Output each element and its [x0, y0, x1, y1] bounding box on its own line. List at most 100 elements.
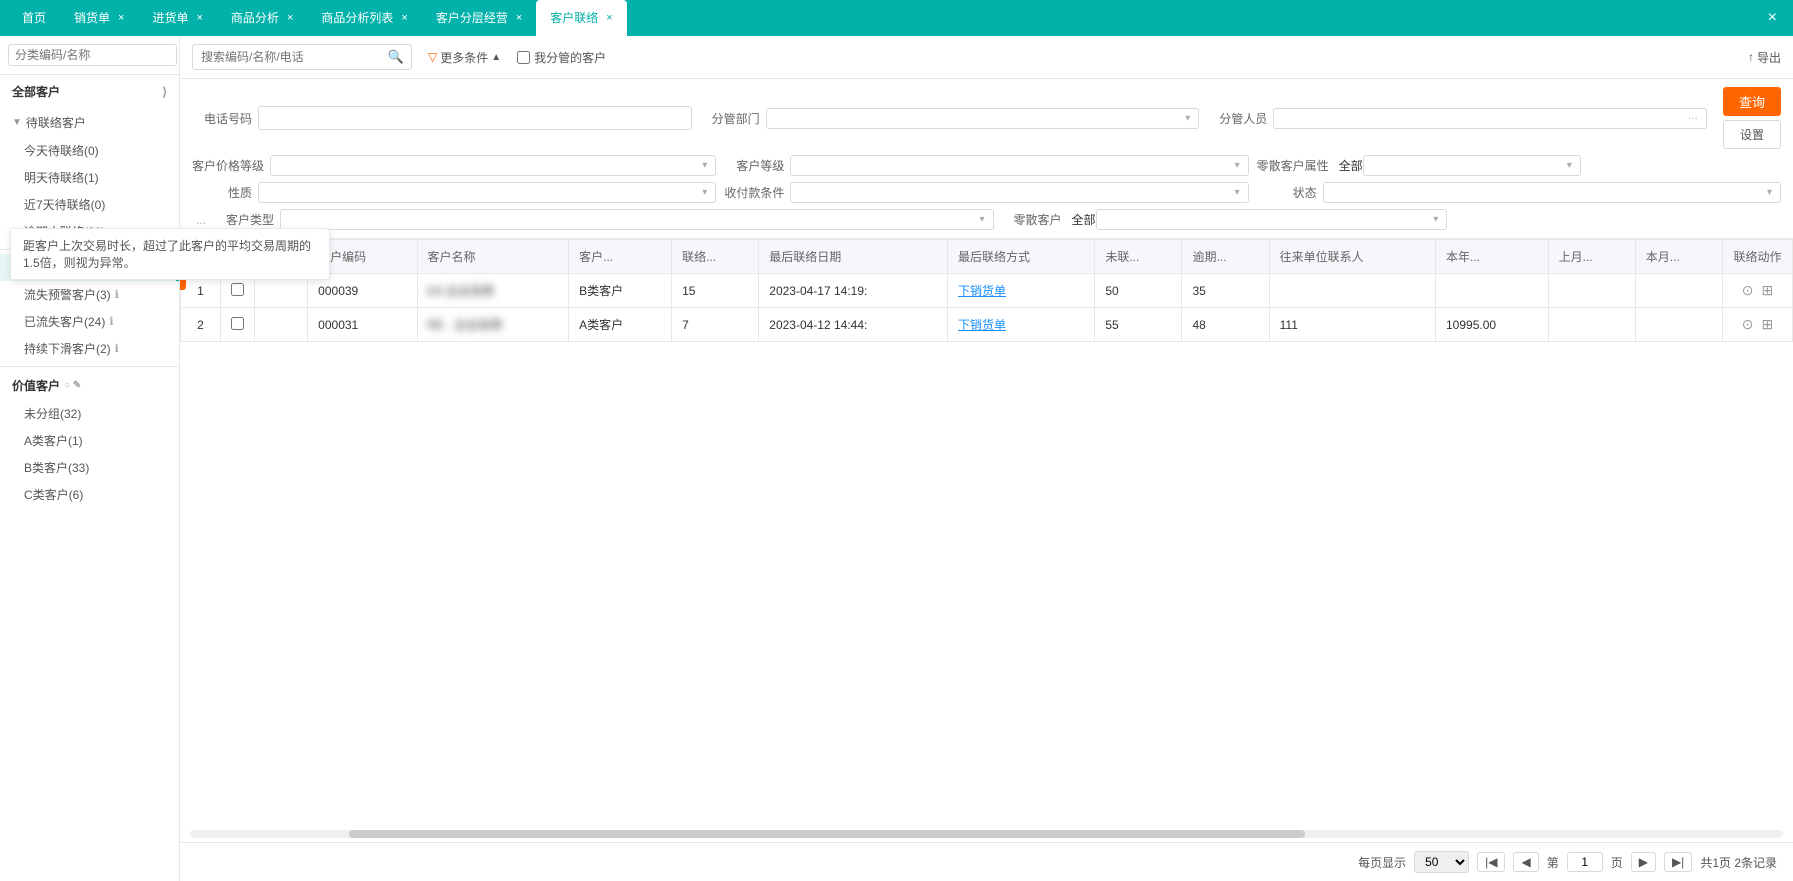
page-input[interactable] — [1567, 852, 1603, 872]
nav-close-sales-order[interactable]: × — [118, 0, 124, 36]
row1-unit-contact — [1269, 274, 1435, 308]
filter-gender-label: 性质 — [192, 184, 252, 201]
sidebar-search-input[interactable] — [8, 44, 177, 66]
query-button[interactable]: 查询 — [1723, 87, 1781, 116]
sidebar-group-pending[interactable]: ▼ 待联络客户 — [0, 108, 179, 137]
filter-pay-condition: 收付款条件 ▾ — [724, 182, 1248, 203]
sidebar-all-customers[interactable]: 全部客户 ⟩ — [0, 75, 179, 108]
last-page-button[interactable]: ▶| — [1664, 852, 1692, 872]
filter-status-label: 状态 — [1257, 184, 1317, 201]
sidebar-item-declining[interactable]: 持续下滑客户(2) ℹ — [0, 335, 179, 362]
row1-contact: 15 — [672, 274, 759, 308]
filter-price-level-select[interactable]: ▾ — [270, 155, 716, 176]
row2-name-blurred: RE . 企业名称 — [428, 318, 503, 332]
horizontal-scrollbar[interactable] — [180, 826, 1793, 842]
filter-retail-attr: 零散客户属性 全部 ▾ — [1257, 155, 1781, 176]
sidebar-item-class-c[interactable]: C类客户(6) — [0, 481, 179, 508]
row1-this-month — [1635, 274, 1722, 308]
col-header-action: 联络动作 — [1723, 240, 1793, 274]
filter-dept-select[interactable]: ▾ — [766, 108, 1200, 129]
sidebar-item-churned[interactable]: 已流失客户(24) ℹ — [0, 308, 179, 335]
sidebar-item-class-a[interactable]: A类客户(1) — [0, 427, 179, 454]
setting-button[interactable]: 设置 — [1723, 120, 1781, 149]
search-input[interactable] — [192, 44, 412, 70]
sidebar-group-value[interactable]: 价值客户 ○ ✎ — [0, 371, 179, 400]
nav-close-customer-tier[interactable]: × — [516, 0, 522, 36]
nav-close-product-analysis-list[interactable]: × — [401, 0, 407, 36]
row1-last-method-link[interactable]: 下销货单 — [958, 284, 1006, 298]
toolbar-search-icon[interactable]: 🔍 — [388, 49, 404, 65]
row2-checkbox[interactable] — [231, 317, 244, 330]
row1-link-icon[interactable]: ⊙ — [1742, 282, 1754, 299]
filter-pay-condition-label: 收付款条件 — [724, 184, 784, 201]
filter-icon: ▽ — [428, 50, 437, 64]
search-wrapper: 🔍 — [192, 44, 412, 70]
nav-sales-order[interactable]: 销货单 × — [60, 0, 138, 36]
export-button[interactable]: ↑ 导出 — [1748, 49, 1781, 66]
filter-status-select[interactable]: ▾ — [1323, 182, 1781, 203]
table-header-row: ⚙ 客户编码 客户名称 客户... 联络... — [181, 240, 1793, 274]
close-all-tabs[interactable]: × — [1760, 9, 1785, 27]
nav-purchase-order[interactable]: 进货单 × — [138, 0, 216, 36]
filter-level-select[interactable]: ▾ — [790, 155, 1248, 176]
nav-close-product-analysis[interactable]: × — [287, 0, 293, 36]
row2-link-icon[interactable]: ⊙ — [1742, 316, 1754, 333]
col-header-last-method: 最后联络方式 — [947, 240, 1094, 274]
filter-phone-label: 电话号码 — [192, 110, 252, 127]
col-header-level: 客户... — [569, 240, 672, 274]
filter-price-level-label: 客户价格等级 — [192, 157, 264, 174]
nav-close-customer-contact[interactable]: × — [606, 0, 612, 36]
retail-dropdown-icon: ▾ — [1433, 214, 1438, 225]
filter-gender-select[interactable]: ▾ — [258, 182, 716, 203]
row1-checkbox[interactable] — [231, 283, 244, 296]
filter-person: 分管人员 ··· — [1207, 108, 1707, 129]
sidebar-item-churn-warning[interactable]: 流失预警客户(3) ℹ — [0, 281, 179, 308]
scrollbar-track — [190, 830, 1783, 838]
row2-last-month — [1548, 308, 1635, 342]
row2-no: 2 — [181, 308, 221, 342]
sidebar-item-ungrouped[interactable]: 未分组(32) — [0, 400, 179, 427]
filter-gender: 性质 ▾ — [192, 182, 716, 203]
row2-grid-icon[interactable]: ⊞ — [1762, 316, 1774, 333]
more-dots[interactable]: ... — [196, 213, 206, 227]
nav-close-purchase-order[interactable]: × — [196, 0, 202, 36]
my-customers-checkbox[interactable] — [517, 51, 530, 64]
sidebar-content: 全部客户 ⟩ ▼ 待联络客户 今天待联络(0) 明天待联络(1) 近7天待联络(… — [0, 75, 179, 881]
nav-customer-contact[interactable]: 客户联络 × — [536, 0, 626, 36]
nav-product-analysis[interactable]: 商品分析 × — [217, 0, 307, 36]
first-page-button[interactable]: |◀ — [1477, 852, 1505, 872]
sidebar-collapse-icon[interactable]: ⟩ — [162, 85, 167, 99]
sidebar-item-tomorrow[interactable]: 明天待联络(1) — [0, 164, 179, 191]
prev-page-button[interactable]: ◀ — [1513, 852, 1538, 872]
col-header-this-year: 本年... — [1436, 240, 1549, 274]
sidebar-item-7days[interactable]: 近7天待联络(0) — [0, 191, 179, 218]
filter-retail: 零散客户 全部 ▾ — [1002, 209, 1782, 230]
filter-level-label: 客户等级 — [724, 157, 784, 174]
page-label: 第 — [1547, 854, 1559, 871]
filter-pay-condition-select[interactable]: ▾ — [790, 182, 1248, 203]
retail-attr-dropdown-icon: ▾ — [1567, 160, 1572, 171]
filter-retail-select[interactable]: ▾ — [1096, 209, 1448, 230]
nav-home[interactable]: 首页 — [8, 0, 60, 36]
filter-phone-input[interactable] — [258, 106, 692, 130]
sidebar-item-class-b[interactable]: B类客户(33) — [0, 454, 179, 481]
filter-retail-label: 零散客户 — [1002, 211, 1062, 228]
scrollbar-thumb[interactable] — [349, 830, 1305, 838]
row2-name: RE . 企业名称 — [417, 308, 569, 342]
value-group-edit-icon[interactable]: ○ ✎ — [64, 380, 81, 391]
nav-product-analysis-list[interactable]: 商品分析列表 × — [307, 0, 421, 36]
row1-grid-icon[interactable]: ⊞ — [1762, 282, 1774, 299]
export-icon: ↑ — [1748, 50, 1754, 64]
filter-retail-attr-label: 零散客户属性 — [1257, 157, 1329, 174]
page-end-label: 页 — [1611, 854, 1623, 871]
nav-customer-tier[interactable]: 客户分层经营 × — [422, 0, 536, 36]
filter-retail-attr-select[interactable]: ▾ — [1363, 155, 1581, 176]
row2-last-method-link[interactable]: 下销货单 — [958, 318, 1006, 332]
per-page-select[interactable]: 50 100 200 — [1414, 851, 1469, 873]
filter-customer-type-select[interactable]: ▾ — [280, 209, 994, 230]
table-row: 1 000039 EA 企业名称 B类客户 15 2023-04-17 14:1… — [181, 274, 1793, 308]
filter-person-select[interactable]: ··· — [1273, 108, 1707, 129]
more-filters-button[interactable]: ▽ 更多条件 ▲ — [420, 45, 509, 70]
sidebar-item-today[interactable]: 今天待联络(0) — [0, 137, 179, 164]
next-page-button[interactable]: ▶ — [1631, 852, 1656, 872]
